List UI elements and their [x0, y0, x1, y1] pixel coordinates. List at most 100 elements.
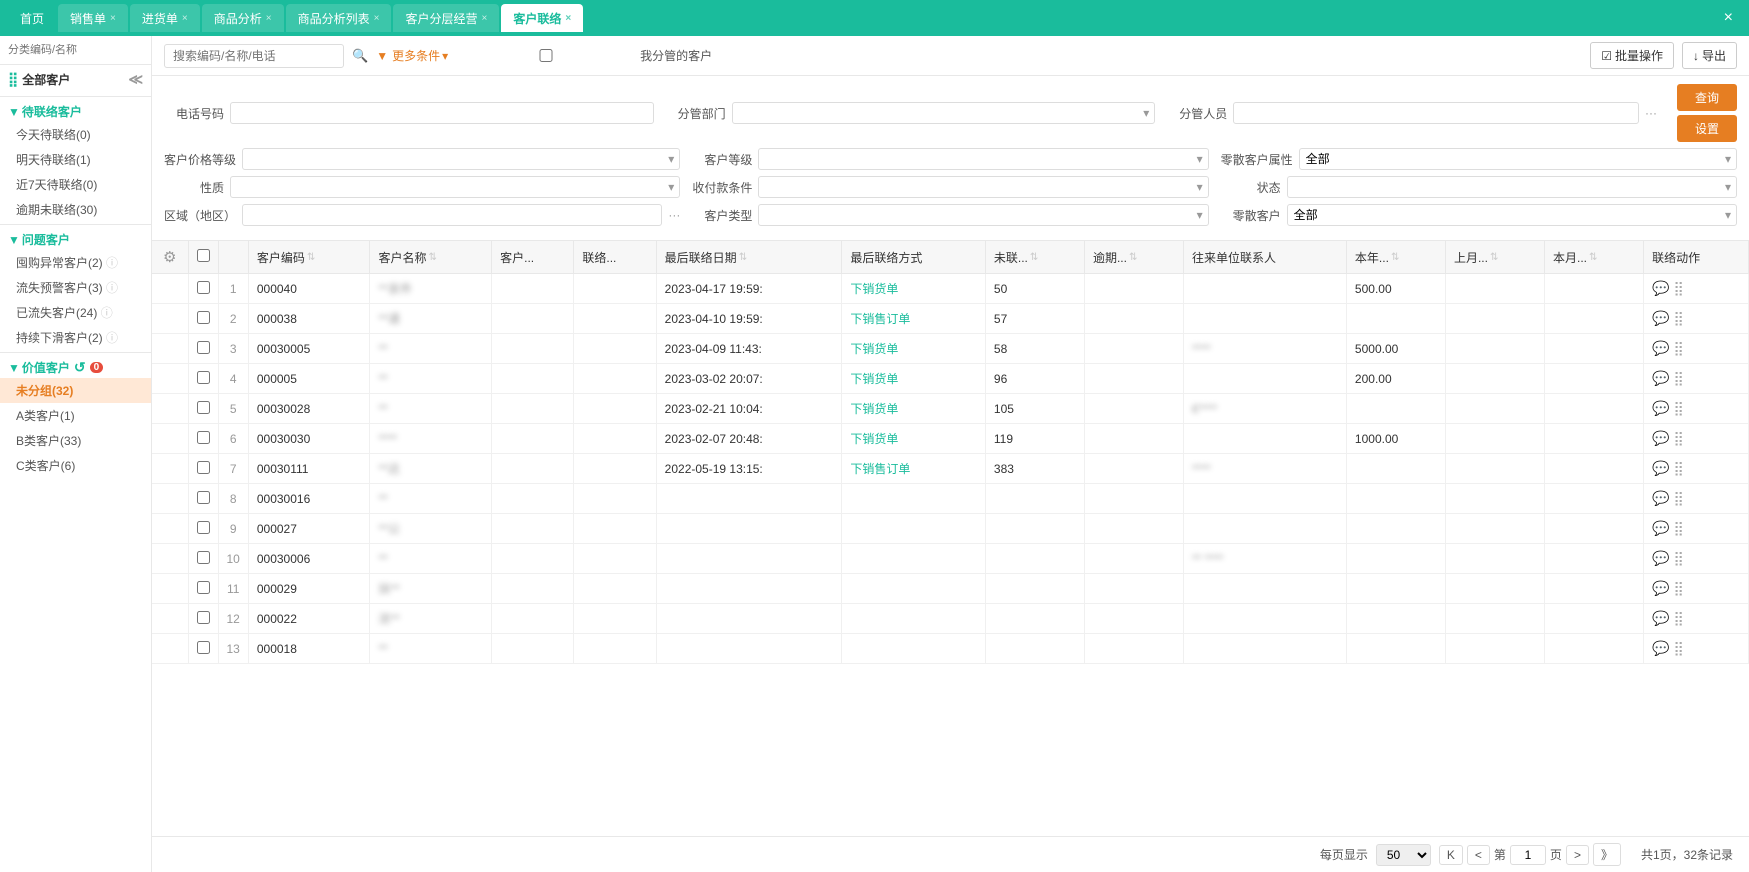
row-checkbox[interactable] — [197, 641, 210, 654]
row-code[interactable]: 00030006 — [248, 544, 370, 574]
sidebar-item-abnormal[interactable]: 囤购异常客户(2) ⓘ — [0, 250, 151, 275]
chat-icon[interactable]: 💬 — [1652, 520, 1669, 537]
contact-method-link[interactable]: 下销售订单 — [850, 462, 910, 476]
row-last-contact-method[interactable] — [842, 514, 986, 544]
row-name[interactable]: **达 — [370, 454, 492, 484]
chat-icon[interactable]: 💬 — [1652, 280, 1669, 297]
settings-gear-icon[interactable]: ⚙ — [163, 249, 176, 266]
sidebar-item-declining[interactable]: 持续下滑客户(2) ⓘ — [0, 325, 151, 350]
row-name[interactable]: ** — [370, 634, 492, 664]
row-last-contact-method[interactable]: 下销货单 — [842, 424, 986, 454]
chat-icon[interactable]: 💬 — [1652, 490, 1669, 507]
grid-action-icon[interactable]: ⣿ — [1674, 280, 1684, 297]
row-code[interactable]: 00030030 — [248, 424, 370, 454]
row-name[interactable]: 扶** — [370, 574, 492, 604]
chat-icon[interactable]: 💬 — [1652, 340, 1669, 357]
row-code[interactable]: 000018 — [248, 634, 370, 664]
th-name[interactable]: 客户名称 ⇅ — [370, 241, 492, 274]
tab-sales[interactable]: 销售单 × — [58, 4, 128, 32]
tab-product-analysis[interactable]: 商品分析 × — [202, 4, 284, 32]
row-last-contact-method[interactable]: 下销售订单 — [842, 454, 986, 484]
row-code[interactable]: 000022 — [248, 604, 370, 634]
sidebar-item-7days[interactable]: 近7天待联络(0) — [0, 172, 151, 197]
sidebar-item-churned[interactable]: 已流失客户(24) ⓘ — [0, 300, 151, 325]
row-checkbox[interactable] — [197, 371, 210, 384]
th-last-month[interactable]: 上月... ⇅ — [1445, 241, 1544, 274]
row-checkbox[interactable] — [197, 521, 210, 534]
grid-action-icon[interactable]: ⣿ — [1674, 370, 1684, 387]
nature-select[interactable] — [230, 176, 680, 198]
row-code[interactable]: 000029 — [248, 574, 370, 604]
all-customers-header[interactable]: ⣿ 全部客户 ≪ — [0, 65, 151, 94]
row-checkbox[interactable] — [197, 611, 210, 624]
dept-select[interactable] — [732, 102, 1156, 124]
region-input[interactable] — [242, 204, 662, 226]
row-name[interactable]: ** — [370, 364, 492, 394]
row-name[interactable]: ** — [370, 544, 492, 574]
th-type[interactable]: 客户... — [492, 241, 574, 274]
th-no-contact[interactable]: 未联... ⇅ — [985, 241, 1084, 274]
row-checkbox[interactable] — [197, 401, 210, 414]
select-all-checkbox[interactable] — [197, 249, 210, 262]
row-name[interactable]: ** — [370, 334, 492, 364]
row-last-contact-method[interactable]: 下销货单 — [842, 364, 986, 394]
prev-page-btn[interactable]: < — [1467, 845, 1490, 865]
row-name[interactable]: **公 — [370, 514, 492, 544]
row-code[interactable]: 00030016 — [248, 484, 370, 514]
grid-action-icon[interactable]: ⣿ — [1674, 460, 1684, 477]
manager-input[interactable] — [1233, 102, 1639, 124]
row-code[interactable]: 00030111 — [248, 454, 370, 484]
th-code[interactable]: 客户编码 ⇅ — [248, 241, 370, 274]
tab-product-analysis-list[interactable]: 商品分析列表 × — [286, 4, 392, 32]
tab-product-analysis-close[interactable]: × — [266, 13, 272, 24]
chat-icon[interactable]: 💬 — [1652, 430, 1669, 447]
sidebar-item-a-class[interactable]: A类客户(1) — [0, 403, 151, 428]
row-last-contact-method[interactable] — [842, 484, 986, 514]
sidebar-search-input[interactable] — [8, 44, 150, 56]
batch-ops-button[interactable]: ☑ 批量操作 — [1590, 42, 1674, 69]
row-code[interactable]: 000005 — [248, 364, 370, 394]
chat-icon[interactable]: 💬 — [1652, 610, 1669, 627]
reset-button[interactable]: 设置 — [1677, 115, 1737, 142]
row-checkbox[interactable] — [197, 281, 210, 294]
grid-action-icon[interactable]: ⣿ — [1674, 610, 1684, 627]
row-name[interactable]: ** — [370, 394, 492, 424]
grid-action-icon[interactable]: ⣿ — [1674, 400, 1684, 417]
collapse-icon[interactable]: ≪ — [128, 71, 143, 88]
row-name[interactable]: **请 — [370, 304, 492, 334]
th-contact-person[interactable]: 往来单位联系人 — [1183, 241, 1346, 274]
page-input[interactable] — [1510, 845, 1546, 865]
grid-action-icon[interactable]: ⣿ — [1674, 310, 1684, 327]
th-last-contact-date[interactable]: 最后联络日期 ⇅ — [656, 241, 842, 274]
grid-action-icon[interactable]: ⣿ — [1674, 490, 1684, 507]
group-pending-label[interactable]: ▼ 待联络客户 — [0, 99, 151, 122]
row-code[interactable]: 00030028 — [248, 394, 370, 424]
chat-icon[interactable]: 💬 — [1652, 640, 1669, 657]
my-customers-check[interactable]: 我分管的客户 — [456, 47, 712, 64]
customer-type-select[interactable] — [758, 204, 1208, 226]
manager-dots[interactable]: ··· — [1645, 106, 1657, 120]
grid-action-icon[interactable]: ⣿ — [1674, 640, 1684, 657]
grid-action-icon[interactable]: ⣿ — [1674, 550, 1684, 567]
row-last-contact-method[interactable] — [842, 544, 986, 574]
sidebar-item-unsorted[interactable]: 未分组(32) — [0, 378, 151, 403]
customer-level-select[interactable] — [758, 148, 1208, 170]
row-name[interactable]: ** — [370, 484, 492, 514]
last-page-btn[interactable]: 》 — [1593, 843, 1621, 866]
row-last-contact-method[interactable]: 下销售订单 — [842, 304, 986, 334]
group-value-label[interactable]: ▼ 价值客户 ↺ 0 — [0, 355, 151, 378]
tab-product-analysis-list-close[interactable]: × — [374, 13, 380, 24]
th-last-contact-method[interactable]: 最后联络方式 — [842, 241, 986, 274]
row-last-contact-method[interactable] — [842, 604, 986, 634]
row-checkbox[interactable] — [197, 311, 210, 324]
tab-sales-close[interactable]: × — [110, 13, 116, 24]
row-checkbox[interactable] — [197, 461, 210, 474]
next-page-btn[interactable]: > — [1566, 845, 1589, 865]
row-checkbox[interactable] — [197, 551, 210, 564]
region-dots[interactable]: ··· — [668, 208, 680, 222]
row-code[interactable]: 00030005 — [248, 334, 370, 364]
row-checkbox[interactable] — [197, 431, 210, 444]
row-code[interactable]: 000038 — [248, 304, 370, 334]
group-problem-label[interactable]: ▼ 问题客户 — [0, 227, 151, 250]
contact-method-link[interactable]: 下销货单 — [850, 342, 898, 356]
